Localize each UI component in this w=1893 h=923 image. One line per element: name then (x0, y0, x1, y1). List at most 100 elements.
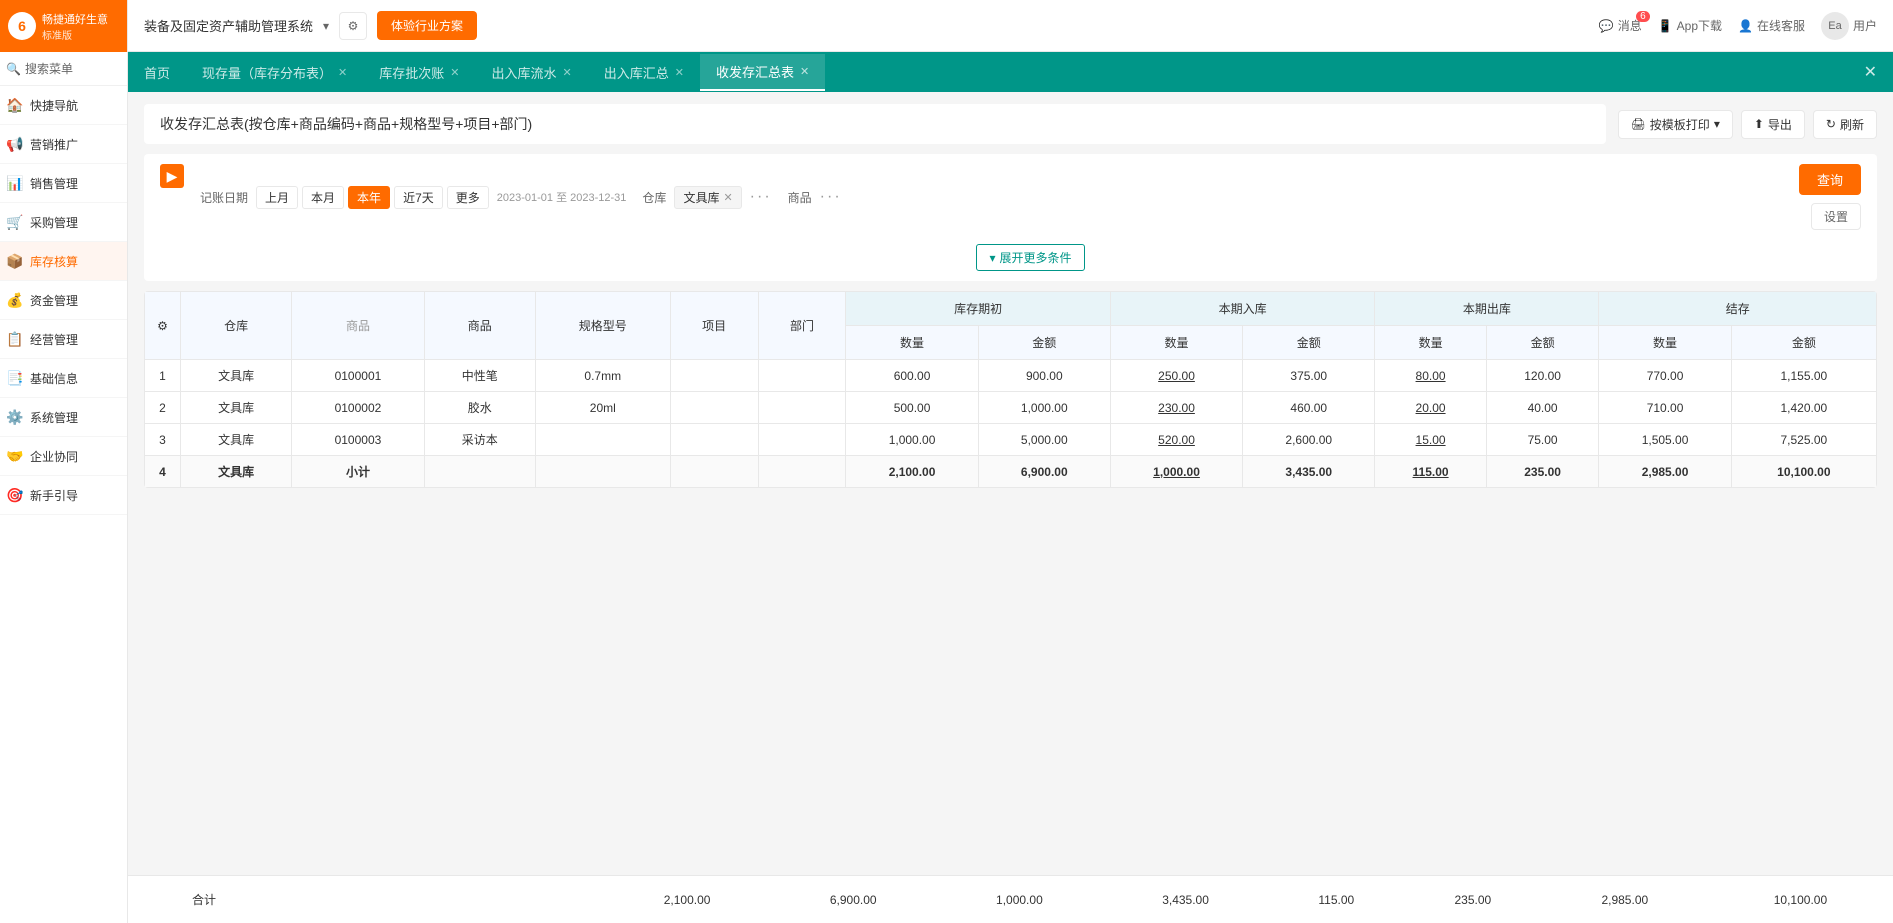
basicinfo-icon: 📑 (6, 369, 24, 387)
warehouse-more-dots[interactable]: ··· (750, 188, 772, 206)
try-button[interactable]: 体验行业方案 (377, 11, 477, 40)
sidebar-item-finance[interactable]: 💰 资金管理 (0, 281, 127, 320)
finance-icon: 💰 (6, 291, 24, 309)
row1-in-qty[interactable]: 250.00 (1110, 360, 1242, 392)
total-in-qty: 1,000.00 (936, 884, 1102, 915)
total-label: 合计 (164, 884, 244, 915)
total-in-amt: 3,435.00 (1102, 884, 1268, 915)
purchase-icon: 🛒 (6, 213, 24, 231)
goods-more-dots[interactable]: ··· (820, 188, 842, 206)
export-button[interactable]: ⬆ 导出 (1741, 110, 1805, 139)
row3-dept (758, 424, 846, 456)
date-btn-this-month[interactable]: 本月 (302, 186, 344, 209)
row1-out-qty[interactable]: 80.00 (1375, 360, 1486, 392)
print-button[interactable]: 🖨 按模板打印 ▾ (1618, 110, 1733, 139)
tab-stock-distribution[interactable]: 现存量（库存分布表） ✕ (186, 55, 363, 90)
tab-batch-ledger[interactable]: 库存批次账 ✕ (363, 55, 475, 90)
online-service-button[interactable]: 👤 在线客服 (1738, 17, 1805, 34)
row2-project (670, 392, 758, 424)
warehouse-tag-remove[interactable]: ✕ (723, 191, 732, 204)
sidebar-item-inventory[interactable]: 📦 库存核算 (0, 242, 127, 281)
row3-out-qty[interactable]: 15.00 (1375, 424, 1486, 456)
main-content: 装备及固定资产辅助管理系统 ▾ ⚙ 体验行业方案 💬 消息 6 📱 App下载 … (128, 0, 1893, 923)
row2-name: 胶水 (424, 392, 535, 424)
subtotal-label: 小计 (292, 456, 424, 488)
sidebar-item-marketing[interactable]: 📢 营销推广 (0, 125, 127, 164)
warehouse-label: 仓库 (642, 189, 666, 206)
settings-button[interactable]: ⚙ (339, 12, 367, 40)
row2-code: 0100002 (292, 392, 424, 424)
tab-bar: 首页 现存量（库存分布表） ✕ 库存批次账 ✕ 出入库流水 ✕ 出入库汇总 ✕ … (128, 52, 1893, 92)
marketing-icon: 📢 (6, 135, 24, 153)
close-all-tabs-button[interactable]: ✕ (1848, 54, 1893, 90)
home-icon: 🏠 (6, 96, 24, 114)
subtotal-bal-qty: 2,985.00 (1599, 456, 1731, 488)
collaboration-icon: 🤝 (6, 447, 24, 465)
row1-no: 1 (145, 360, 181, 392)
sidebar-item-purchase[interactable]: 🛒 采购管理 (0, 203, 127, 242)
sidebar-item-collaboration[interactable]: 🤝 企业协同 (0, 437, 127, 476)
operations-icon: 📋 (6, 330, 24, 348)
row3-bal-qty: 1,505.00 (1599, 424, 1731, 456)
collapse-expand-button[interactable]: ▶ (160, 164, 184, 188)
row1-open-qty: 600.00 (846, 360, 978, 392)
sidebar-item-basicinfo[interactable]: 📑 基础信息 (0, 359, 127, 398)
row3-in-qty[interactable]: 520.00 (1110, 424, 1242, 456)
tab-close-icon[interactable]: ✕ (563, 66, 572, 79)
data-table: ⚙ 仓库 商品 商品 规格型号 项目 部门 库存期初 本期入库 本期出库 结存 (144, 291, 1877, 488)
total-bar: 合计 2,100.00 6,900.00 1,000.00 3,435.00 1… (128, 875, 1893, 923)
row2-in-amt: 460.00 (1243, 392, 1375, 424)
row1-dept (758, 360, 846, 392)
col-warehouse-header: 仓库 (181, 292, 292, 360)
app-download-button[interactable]: 📱 App下载 (1658, 17, 1722, 34)
subtotal-out-amt: 235.00 (1486, 456, 1599, 488)
col-open-qty-header: 数量 (846, 326, 978, 360)
sidebar-item-quicknav[interactable]: 🏠 快捷导航 (0, 86, 127, 125)
expand-conditions-button[interactable]: ▾ 展开更多条件 (976, 244, 1084, 271)
warehouse-tag[interactable]: 文具库 ✕ (674, 186, 741, 209)
date-btn-this-year[interactable]: 本年 (348, 186, 390, 209)
date-btn-more[interactable]: 更多 (447, 186, 489, 209)
logo-icon: 6 (8, 12, 36, 40)
tab-close-icon[interactable]: ✕ (338, 66, 347, 79)
system-dropdown[interactable]: ▾ (323, 19, 329, 33)
tab-close-icon[interactable]: ✕ (675, 66, 684, 79)
col-in-header: 本期入库 (1110, 292, 1374, 326)
inventory-icon: 📦 (6, 252, 24, 270)
col-code-header: 商品 (292, 292, 424, 360)
subtotal-bal-amt: 10,100.00 (1731, 456, 1876, 488)
row3-out-amt: 75.00 (1486, 424, 1599, 456)
sidebar-item-system[interactable]: ⚙️ 系统管理 (0, 398, 127, 437)
tab-inout-flow[interactable]: 出入库流水 ✕ (475, 55, 587, 90)
row2-out-qty[interactable]: 20.00 (1375, 392, 1486, 424)
user-menu[interactable]: Ea 用户 (1821, 12, 1877, 40)
set-button[interactable]: 设置 (1811, 203, 1861, 230)
subtotal-out-qty[interactable]: 115.00 (1375, 456, 1486, 488)
subtotal-in-qty[interactable]: 1,000.00 (1110, 456, 1242, 488)
col-opening-header: 库存期初 (846, 292, 1110, 326)
sidebar-item-sales[interactable]: 📊 销售管理 (0, 164, 127, 203)
system-icon: ⚙️ (6, 408, 24, 426)
tab-home[interactable]: 首页 (128, 55, 186, 90)
tab-close-icon[interactable]: ✕ (450, 66, 459, 79)
sidebar-item-guide[interactable]: 🎯 新手引导 (0, 476, 127, 515)
row2-bal-amt: 1,420.00 (1731, 392, 1876, 424)
col-open-amt-header: 金额 (978, 326, 1110, 360)
row2-spec: 20ml (535, 392, 670, 424)
date-btn-prev-month[interactable]: 上月 (256, 186, 298, 209)
col-settings-header[interactable]: ⚙ (145, 292, 181, 360)
tab-close-icon[interactable]: ✕ (800, 65, 809, 78)
total-out-amt: 235.00 (1404, 884, 1542, 915)
message-button[interactable]: 💬 消息 6 (1599, 17, 1642, 34)
refresh-button[interactable]: ↻ 刷新 (1813, 110, 1877, 139)
date-btn-7days[interactable]: 近7天 (394, 186, 443, 209)
row1-open-amt: 900.00 (978, 360, 1110, 392)
sidebar-item-operations[interactable]: 📋 经营管理 (0, 320, 127, 359)
row2-in-qty[interactable]: 230.00 (1110, 392, 1242, 424)
tab-recv-send-summary[interactable]: 收发存汇总表 ✕ (700, 54, 825, 91)
row2-open-amt: 1,000.00 (978, 392, 1110, 424)
tab-inout-summary[interactable]: 出入库汇总 ✕ (588, 55, 700, 90)
row3-warehouse: 文具库 (181, 424, 292, 456)
query-button[interactable]: 查询 (1799, 164, 1861, 195)
sidebar-item-search[interactable]: 🔍 搜索菜单 (0, 52, 127, 86)
